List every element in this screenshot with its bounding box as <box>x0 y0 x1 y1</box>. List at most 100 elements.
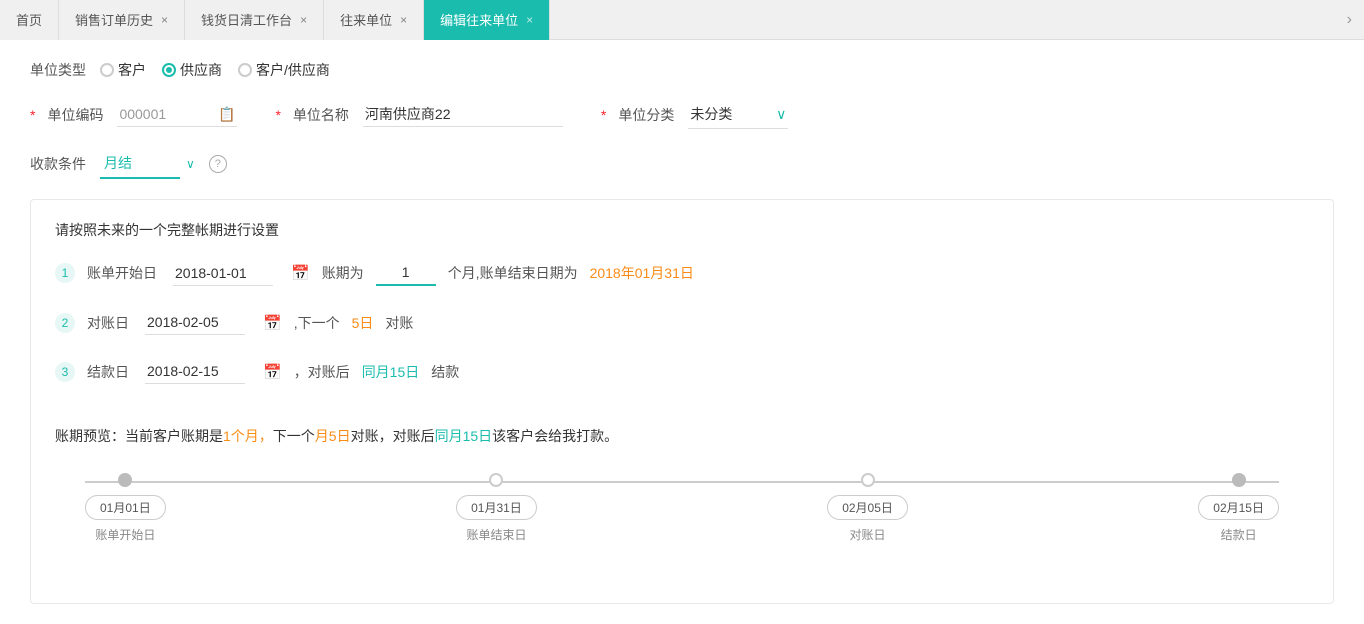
unit-name-required: * <box>275 107 280 123</box>
timeline-label-3: 对账日 <box>850 526 886 543</box>
payment-terms-help-icon[interactable]: ? <box>209 155 227 173</box>
tab-partner[interactable]: 往来单位 × <box>324 0 424 40</box>
unit-cat-required: * <box>601 107 606 123</box>
period-input[interactable] <box>376 260 436 286</box>
tab-partner-close[interactable]: × <box>400 13 407 27</box>
timeline-dot-4 <box>1232 473 1246 487</box>
tab-home-label: 首页 <box>16 10 42 29</box>
payment-terms-label: 收款条件 <box>30 154 86 174</box>
tab-edit-partner[interactable]: 编辑往来单位 × <box>424 0 550 40</box>
setting-num-3: 3 <box>55 362 75 382</box>
timeline-badge-2: 01月31日 <box>456 495 537 520</box>
timeline-badge-4: 02月15日 <box>1198 495 1279 520</box>
radio-both-label: 客户/供应商 <box>256 60 330 80</box>
preview-text-mid1: 下一个 <box>273 428 315 444</box>
tab-sales-history-close[interactable]: × <box>161 13 168 27</box>
unit-type-row: 单位类型 客户 供应商 客户/供应商 <box>30 60 1334 80</box>
tab-cash-work-label: 钱货日清工作台 <box>201 10 292 29</box>
payment-date-calendar-icon[interactable]: 📅 <box>263 363 282 381</box>
timeline-label-2: 账单结束日 <box>466 526 526 543</box>
reconcile-suffix: 对账 <box>385 313 413 333</box>
period-prefix-label: 账期为 <box>322 263 364 283</box>
unit-name-label: 单位名称 <box>293 105 349 125</box>
preview-highlight-1: 1个月， <box>223 428 273 444</box>
unit-category-dropdown[interactable]: 未分类 ∨ <box>688 100 788 129</box>
unit-type-label: 单位类型 <box>30 60 86 80</box>
timeline-point-2: 01月31日 账单结束日 <box>456 473 537 543</box>
unit-code-copy-icon[interactable]: 📋 <box>218 106 235 123</box>
unit-category-label: 单位分类 <box>618 105 674 125</box>
timeline-dot-3 <box>861 473 875 487</box>
tab-sales-history-label: 销售订单历史 <box>75 10 153 29</box>
payment-suffix: 结款 <box>431 362 459 382</box>
payment-terms-value[interactable]: 月结 <box>100 149 180 179</box>
payment-terms-row: 收款条件 月结 ∨ ? <box>30 149 1334 179</box>
tab-partner-label: 往来单位 <box>340 10 392 29</box>
preview-text: 账期预览：当前客户账期是1个月，下一个月5日对账，对账后同月15日该客户会给我打… <box>55 424 1309 449</box>
timeline-dot-1 <box>118 473 132 487</box>
payment-day-highlight: 同月15日 <box>362 362 420 382</box>
unit-code-wrapper: 📋 <box>117 102 237 127</box>
section-title: 请按照未来的一个完整帐期进行设置 <box>55 220 1309 240</box>
unit-code-required: * <box>30 107 35 123</box>
setting-num-1: 1 <box>55 263 75 283</box>
unit-info-row: * 单位编码 📋 * 单位名称 * 单位分类 未分类 ∨ <box>30 100 1334 129</box>
radio-both-circle <box>238 63 252 77</box>
setting-num-2: 2 <box>55 313 75 333</box>
radio-supplier-label: 供应商 <box>180 60 222 80</box>
reconcile-prefix: ,下一个 <box>294 313 340 333</box>
start-date-calendar-icon[interactable]: 📅 <box>291 264 310 282</box>
preview-section: 账期预览：当前客户账期是1个月，下一个月5日对账，对账后同月15日该客户会给我打… <box>55 408 1309 583</box>
preview-label: 账期预览：当前客户账期是 <box>55 428 223 444</box>
timeline-dot-2 <box>489 473 503 487</box>
tab-home[interactable]: 首页 <box>0 0 59 40</box>
timeline-point-1: 01月01日 账单开始日 <box>85 473 166 543</box>
start-date-input[interactable] <box>173 261 273 286</box>
radio-customer[interactable]: 客户 <box>100 60 146 80</box>
reconcile-date-input[interactable] <box>145 310 245 335</box>
period-unit-label: 个月,账单结束日期为 <box>448 263 578 283</box>
timeline-wrapper: 01月01日 账单开始日 01月31日 账单结束日 02月05日 对账日 <box>55 473 1309 583</box>
payment-terms-arrow-icon[interactable]: ∨ <box>186 157 195 171</box>
radio-customer-label: 客户 <box>118 60 146 80</box>
radio-supplier[interactable]: 供应商 <box>162 60 222 80</box>
settings-section: 请按照未来的一个完整帐期进行设置 1 账单开始日 📅 账期为 个月,账单结束日期… <box>30 199 1334 604</box>
preview-highlight-2: 月5日 <box>315 428 351 444</box>
reconcile-day-highlight: 5日 <box>352 313 374 333</box>
field-label-2: 对账日 <box>87 313 129 333</box>
radio-group-unit-type: 客户 供应商 客户/供应商 <box>100 60 330 80</box>
payment-date-input[interactable] <box>145 359 245 384</box>
unit-code-label: 单位编码 <box>47 105 103 125</box>
preview-text-mid2: 对账，对账后 <box>351 428 435 444</box>
radio-supplier-circle <box>162 63 176 77</box>
payment-prefix: ，对账后 <box>294 362 350 382</box>
preview-highlight-3: 同月15日 <box>435 428 493 444</box>
timeline-points: 01月01日 账单开始日 01月31日 账单结束日 02月05日 对账日 <box>85 473 1279 543</box>
tabs-scroll-arrow[interactable]: › <box>1335 11 1364 29</box>
setting-row-3: 3 结款日 📅 ，对账后 同月15日 结款 <box>55 359 1309 384</box>
payment-terms-wrapper: 月结 ∨ <box>100 149 195 179</box>
preview-text-end: 该客户会给我打款。 <box>492 428 618 444</box>
reconcile-date-calendar-icon[interactable]: 📅 <box>263 314 282 332</box>
tab-cash-work-close[interactable]: × <box>300 13 307 27</box>
chevron-down-icon: ∨ <box>776 106 786 123</box>
main-content: 单位类型 客户 供应商 客户/供应商 * 单位编码 📋 * 单位名称 * <box>0 40 1364 624</box>
timeline-badge-1: 01月01日 <box>85 495 166 520</box>
tab-cash-work[interactable]: 钱货日清工作台 × <box>185 0 324 40</box>
radio-both[interactable]: 客户/供应商 <box>238 60 330 80</box>
unit-category-value: 未分类 <box>690 104 768 124</box>
setting-row-1: 1 账单开始日 📅 账期为 个月,账单结束日期为 2018年01月31日 <box>55 260 1309 286</box>
timeline-point-4: 02月15日 结款日 <box>1198 473 1279 543</box>
bill-end-date: 2018年01月31日 <box>590 263 694 283</box>
tab-edit-partner-close[interactable]: × <box>526 13 533 27</box>
field-label-3: 结款日 <box>87 362 129 382</box>
timeline-badge-3: 02月05日 <box>827 495 908 520</box>
radio-customer-circle <box>100 63 114 77</box>
setting-row-2: 2 对账日 📅 ,下一个 5日 对账 <box>55 310 1309 335</box>
tab-sales-history[interactable]: 销售订单历史 × <box>59 0 185 40</box>
unit-name-input[interactable] <box>363 102 563 127</box>
timeline-label-1: 账单开始日 <box>95 526 155 543</box>
tabs-bar: 首页 销售订单历史 × 钱货日清工作台 × 往来单位 × 编辑往来单位 × › <box>0 0 1364 40</box>
field-label-1: 账单开始日 <box>87 263 157 283</box>
timeline-label-4: 结款日 <box>1221 526 1257 543</box>
